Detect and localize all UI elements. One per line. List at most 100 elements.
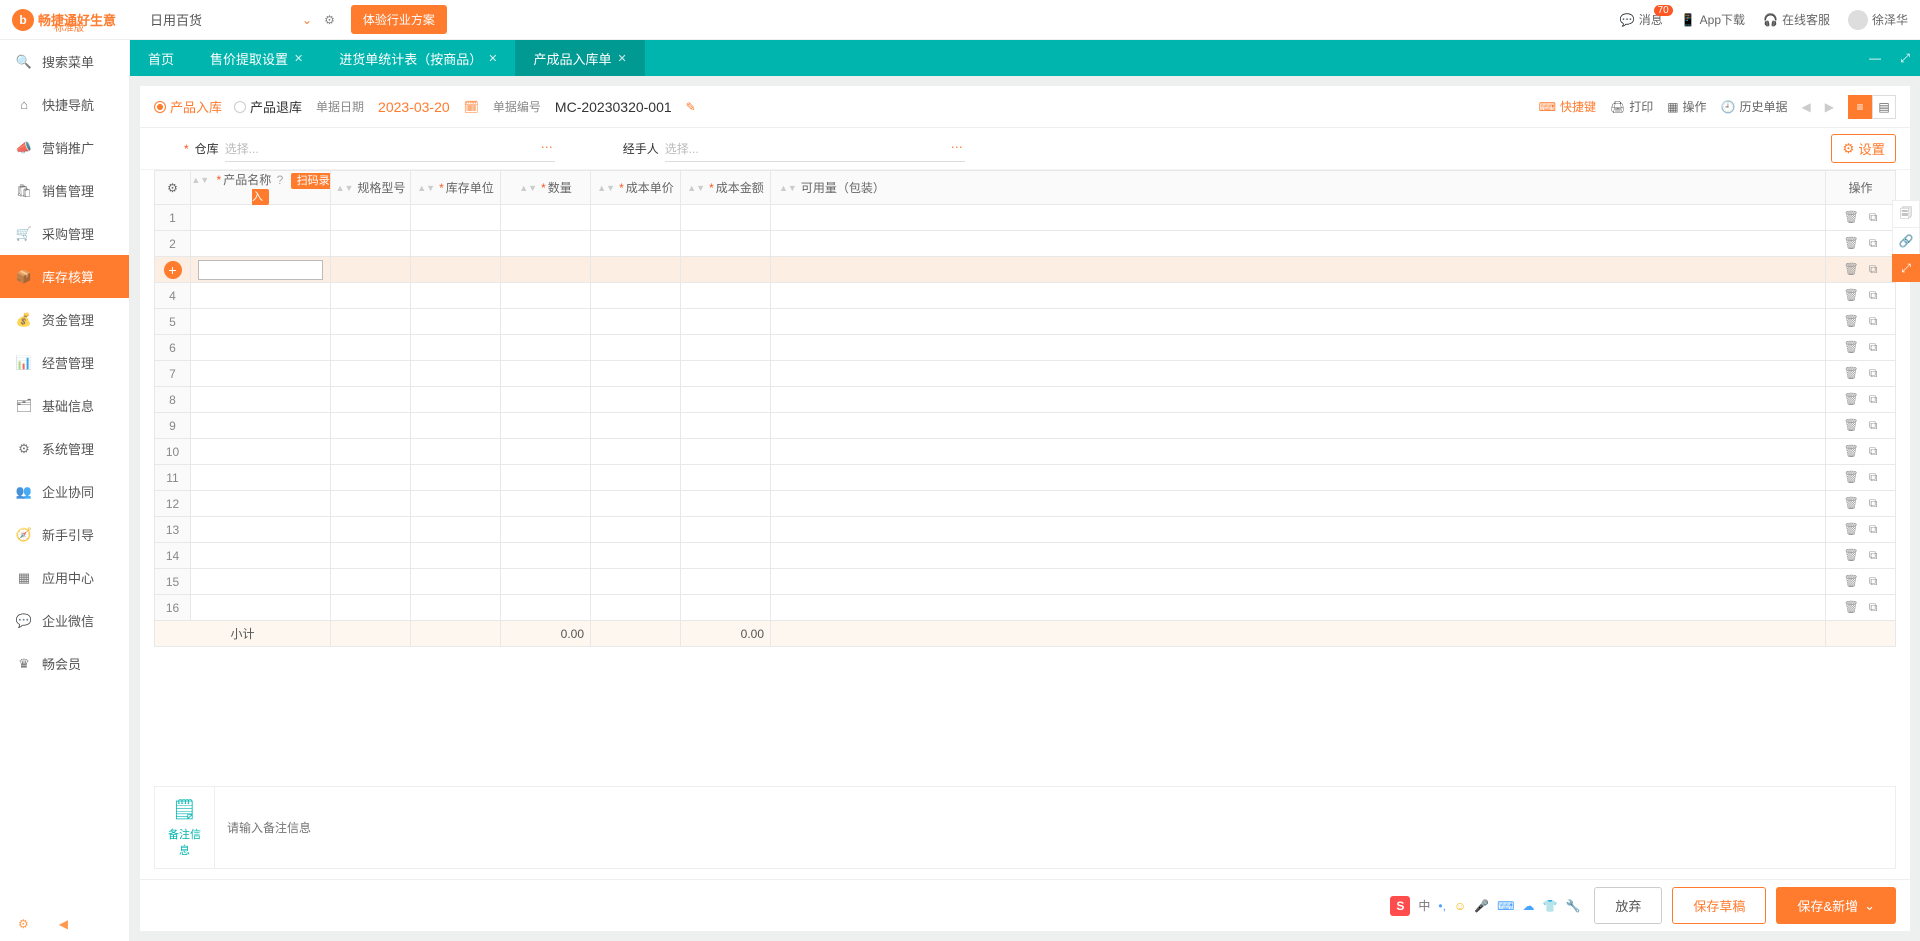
- product-cell[interactable]: [191, 413, 331, 439]
- price-cell[interactable]: [591, 309, 681, 335]
- price-cell[interactable]: [591, 387, 681, 413]
- close-icon[interactable]: ✕: [618, 52, 627, 65]
- amount-cell[interactable]: [681, 257, 771, 283]
- table-row[interactable]: 16🗑⧉: [155, 595, 1896, 621]
- col-amount[interactable]: ▲▼*成本金额: [681, 171, 771, 205]
- calendar-icon[interactable]: 🗓: [464, 100, 479, 114]
- product-cell[interactable]: [191, 595, 331, 621]
- col-unit[interactable]: ▲▼*库存单位: [411, 171, 501, 205]
- next-doc-button[interactable]: ▶: [1825, 100, 1834, 114]
- price-cell[interactable]: [591, 517, 681, 543]
- table-row[interactable]: 9🗑⧉: [155, 413, 1896, 439]
- unit-cell[interactable]: [411, 413, 501, 439]
- hotkey-button[interactable]: ⌨快捷键: [1539, 98, 1596, 115]
- sidebar-item-4[interactable]: 🛒采购管理: [0, 212, 129, 255]
- product-cell[interactable]: [191, 543, 331, 569]
- avail-cell[interactable]: [771, 309, 1826, 335]
- avail-cell[interactable]: [771, 595, 1826, 621]
- sidebar-item-12[interactable]: ▦应用中心: [0, 556, 129, 599]
- amount-cell[interactable]: [681, 361, 771, 387]
- unit-cell[interactable]: [411, 569, 501, 595]
- amount-cell[interactable]: [681, 309, 771, 335]
- logo[interactable]: b 畅捷通好生意 标准版: [12, 5, 130, 34]
- col-product[interactable]: ▲▼ *产品名称 ? 扫码录入: [191, 171, 331, 205]
- radio-product-in[interactable]: 产品入库: [154, 97, 222, 116]
- prev-doc-button[interactable]: ◀: [1802, 100, 1811, 114]
- ime-mic-icon[interactable]: 🎤: [1474, 899, 1489, 913]
- table-row[interactable]: 6🗑⧉: [155, 335, 1896, 361]
- spec-cell[interactable]: [331, 231, 411, 257]
- side-tool-expand-icon[interactable]: ⤢: [1892, 254, 1920, 282]
- qty-cell[interactable]: [501, 257, 591, 283]
- sidebar-item-7[interactable]: 📊经营管理: [0, 341, 129, 384]
- user-menu[interactable]: 徐泽华: [1848, 10, 1908, 30]
- unit-cell[interactable]: [411, 439, 501, 465]
- qty-cell[interactable]: [501, 283, 591, 309]
- history-button[interactable]: 🕘历史单据: [1721, 98, 1788, 115]
- sidebar-item-5[interactable]: 📦库存核算: [0, 255, 129, 298]
- avail-cell[interactable]: [771, 387, 1826, 413]
- avail-cell[interactable]: [771, 413, 1826, 439]
- sidebar-item-10[interactable]: 👥企业协同: [0, 470, 129, 513]
- product-cell[interactable]: [191, 569, 331, 595]
- close-icon[interactable]: ✕: [294, 52, 303, 65]
- amount-cell[interactable]: [681, 491, 771, 517]
- radio-product-return[interactable]: 产品退库: [234, 97, 302, 116]
- table-row[interactable]: 7🗑⧉: [155, 361, 1896, 387]
- col-spec[interactable]: ▲▼规格型号: [331, 171, 411, 205]
- unit-cell[interactable]: [411, 387, 501, 413]
- copy-row-icon[interactable]: ⧉: [1869, 522, 1878, 537]
- copy-row-icon[interactable]: ⧉: [1869, 496, 1878, 511]
- spec-cell[interactable]: [331, 309, 411, 335]
- unit-cell[interactable]: [411, 283, 501, 309]
- ime-keyboard-icon[interactable]: ⌨: [1497, 899, 1514, 913]
- sidebar-item-2[interactable]: 📣营销推广: [0, 126, 129, 169]
- copy-row-icon[interactable]: ⧉: [1869, 470, 1878, 485]
- price-cell[interactable]: [591, 569, 681, 595]
- price-cell[interactable]: [591, 361, 681, 387]
- price-cell[interactable]: [591, 439, 681, 465]
- product-cell[interactable]: [191, 491, 331, 517]
- table-row[interactable]: 2🗑⧉: [155, 231, 1896, 257]
- price-cell[interactable]: [591, 595, 681, 621]
- product-cell[interactable]: [191, 465, 331, 491]
- app-download-button[interactable]: 📱 App下载: [1681, 11, 1745, 28]
- copy-row-icon[interactable]: ⧉: [1869, 444, 1878, 459]
- product-cell[interactable]: [191, 439, 331, 465]
- table-row[interactable]: 13🗑⧉: [155, 517, 1896, 543]
- spec-cell[interactable]: [331, 205, 411, 231]
- unit-cell[interactable]: [411, 205, 501, 231]
- top-gear-icon[interactable]: ⚙: [324, 13, 335, 27]
- delete-row-icon[interactable]: 🗑: [1844, 288, 1859, 303]
- delete-row-icon[interactable]: 🗑: [1844, 522, 1859, 537]
- sidebar-item-6[interactable]: 💰资金管理: [0, 298, 129, 341]
- avail-cell[interactable]: [771, 283, 1826, 309]
- spec-cell[interactable]: [331, 465, 411, 491]
- product-cell[interactable]: [191, 361, 331, 387]
- table-row[interactable]: 10🗑⧉: [155, 439, 1896, 465]
- avail-cell[interactable]: [771, 465, 1826, 491]
- amount-cell[interactable]: [681, 231, 771, 257]
- amount-cell[interactable]: [681, 413, 771, 439]
- delete-row-icon[interactable]: 🗑: [1844, 496, 1859, 511]
- delete-row-icon[interactable]: 🗑: [1844, 340, 1859, 355]
- price-cell[interactable]: [591, 335, 681, 361]
- ime-icon[interactable]: S: [1390, 896, 1410, 916]
- unit-cell[interactable]: [411, 491, 501, 517]
- product-cell[interactable]: [191, 283, 331, 309]
- unit-cell[interactable]: [411, 309, 501, 335]
- col-config[interactable]: ⚙: [155, 171, 191, 205]
- spec-cell[interactable]: [331, 517, 411, 543]
- close-icon[interactable]: ✕: [488, 52, 497, 65]
- qty-cell[interactable]: [501, 465, 591, 491]
- unit-cell[interactable]: [411, 543, 501, 569]
- price-cell[interactable]: [591, 205, 681, 231]
- avail-cell[interactable]: [771, 231, 1826, 257]
- price-cell[interactable]: [591, 413, 681, 439]
- product-cell[interactable]: [191, 231, 331, 257]
- table-row[interactable]: 14🗑⧉: [155, 543, 1896, 569]
- sidebar-item-13[interactable]: 💬企业微信: [0, 599, 129, 642]
- product-cell[interactable]: [191, 335, 331, 361]
- avail-cell[interactable]: [771, 543, 1826, 569]
- settings-button[interactable]: ⚙ 设置: [1831, 134, 1896, 163]
